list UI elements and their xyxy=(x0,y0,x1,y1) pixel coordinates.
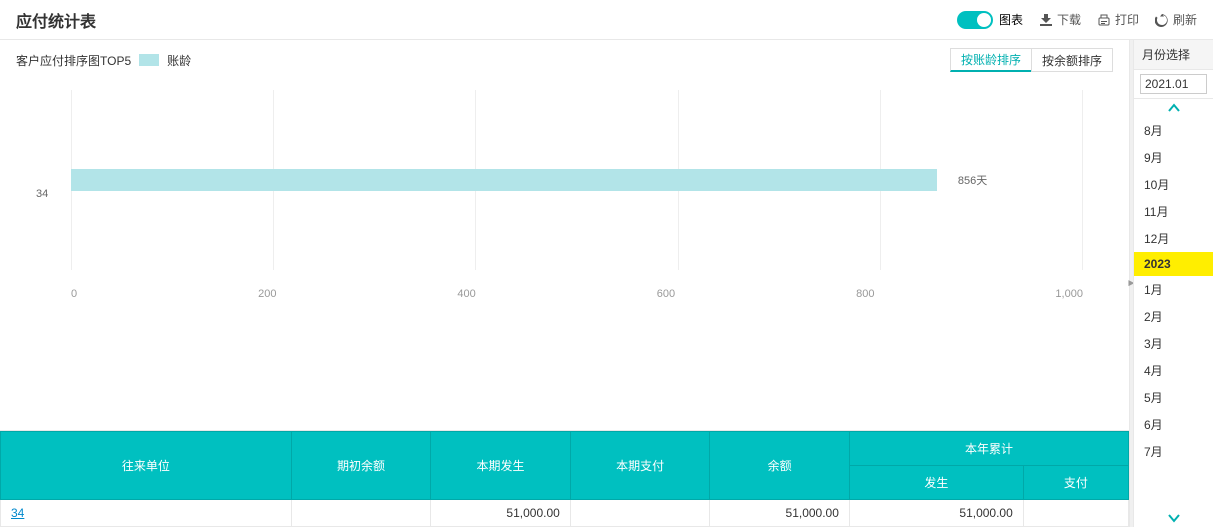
cell-occurrence: 51,000.00 xyxy=(431,500,571,527)
print-label: 打印 xyxy=(1115,11,1139,28)
col-header-opening: 期初余额 xyxy=(291,432,431,500)
chart-header: 客户应付排序图TOP5 账龄 按账龄排序 按余额排序 xyxy=(0,40,1129,80)
month-item-7[interactable]: 7月 xyxy=(1134,438,1213,465)
month-item-12[interactable]: 12月 xyxy=(1134,225,1213,252)
month-item-3[interactable]: 3月 xyxy=(1134,330,1213,357)
month-item-2[interactable]: 2月 xyxy=(1134,303,1213,330)
header: 应付统计表 图表 下载 打印 xyxy=(0,0,1213,40)
header-actions: 图表 下载 打印 xyxy=(957,11,1197,29)
print-icon xyxy=(1097,13,1111,27)
table-wrapper: 往来单位 期初余额 本期发生 本期支付 余额 本年累计 发生 支付 xyxy=(0,431,1129,527)
chart-plot: 856天 xyxy=(71,90,1083,270)
legend-box xyxy=(139,54,159,66)
month-nav-up[interactable] xyxy=(1134,99,1213,117)
sort-by-balance-btn[interactable]: 按余额排序 xyxy=(1031,48,1113,72)
x-label-200: 200 xyxy=(258,288,276,300)
chart-toggle-group: 图表 xyxy=(957,11,1023,29)
chevron-up-icon xyxy=(1167,103,1181,113)
col-header-unit: 往来单位 xyxy=(1,432,292,500)
year-marker-2023[interactable]: 2023 xyxy=(1134,252,1213,276)
sort-buttons: 按账龄排序 按余额排序 xyxy=(950,48,1113,72)
x-label-600: 600 xyxy=(657,288,675,300)
cell-payment xyxy=(570,500,710,527)
col-header-annual: 本年累计 xyxy=(849,432,1128,466)
sidebar-title: 月份选择 xyxy=(1134,40,1213,70)
month-item-8[interactable]: 8月 xyxy=(1134,117,1213,144)
month-item-6[interactable]: 6月 xyxy=(1134,411,1213,438)
col-header-annual-payment: 支付 xyxy=(1023,466,1128,500)
col-header-payment: 本期支付 xyxy=(570,432,710,500)
cell-annual-occurrence: 51,000.00 xyxy=(849,500,1023,527)
bar-end-label: 856天 xyxy=(958,172,987,188)
x-axis: 0 200 400 600 800 1,000 xyxy=(71,288,1083,300)
col-header-occurrence: 本期发生 xyxy=(431,432,571,500)
x-label-0: 0 xyxy=(71,288,77,300)
month-item-11[interactable]: 11月 xyxy=(1134,198,1213,225)
bar-chart: 34 xyxy=(0,80,1129,360)
month-nav-down[interactable] xyxy=(1134,509,1213,527)
page-title: 应付统计表 xyxy=(16,8,96,32)
cell-opening xyxy=(291,500,431,527)
year-input-container xyxy=(1134,70,1213,99)
table-section: 往来单位 期初余额 本期发生 本期支付 余额 本年累计 发生 支付 xyxy=(0,430,1129,527)
legend-label: 客户应付排序图TOP5 xyxy=(16,52,131,69)
refresh-button[interactable]: 刷新 xyxy=(1155,11,1197,28)
cell-unit[interactable]: 34 xyxy=(1,500,292,527)
chart-inner: 34 xyxy=(16,80,1113,320)
y-axis-label: 34 xyxy=(36,188,48,200)
x-label-400: 400 xyxy=(457,288,475,300)
chart-label: 图表 xyxy=(999,11,1023,28)
download-button[interactable]: 下载 xyxy=(1039,11,1081,28)
print-button[interactable]: 打印 xyxy=(1097,11,1139,28)
month-item-5[interactable]: 5月 xyxy=(1134,384,1213,411)
year-input[interactable] xyxy=(1140,74,1207,94)
month-list: 8月 9月 10月 11月 12月 2023 1月 2月 3月 4月 5月 6月… xyxy=(1134,117,1213,509)
bar: 856天 xyxy=(71,169,937,191)
download-label: 下载 xyxy=(1057,11,1081,28)
x-label-1000: 1,000 xyxy=(1055,288,1083,300)
refresh-icon xyxy=(1155,13,1169,27)
sort-by-amount-btn[interactable]: 按账龄排序 xyxy=(950,48,1031,72)
download-icon xyxy=(1039,13,1053,27)
data-table: 往来单位 期初余额 本期发生 本期支付 余额 本年累计 发生 支付 xyxy=(0,431,1129,527)
cell-balance: 51,000.00 xyxy=(710,500,850,527)
col-header-balance: 余额 xyxy=(710,432,850,500)
month-item-1[interactable]: 1月 xyxy=(1134,276,1213,303)
main-area: 客户应付排序图TOP5 账龄 按账龄排序 按余额排序 xyxy=(0,40,1213,527)
chart-section: 客户应付排序图TOP5 账龄 按账龄排序 按余额排序 xyxy=(0,40,1129,430)
legend-item-label: 账龄 xyxy=(167,52,191,69)
chevron-down-icon xyxy=(1167,513,1181,523)
month-sidebar: 月份选择 8月 9月 10月 11月 12月 2023 1月 2月 xyxy=(1133,40,1213,527)
chart-legend: 客户应付排序图TOP5 账龄 xyxy=(16,52,191,69)
table-row: 34 51,000.00 51,000.00 51,000.00 xyxy=(1,500,1129,527)
cell-annual-payment xyxy=(1023,500,1128,527)
x-label-800: 800 xyxy=(856,288,874,300)
month-item-9[interactable]: 9月 xyxy=(1134,144,1213,171)
refresh-label: 刷新 xyxy=(1173,11,1197,28)
month-item-4[interactable]: 4月 xyxy=(1134,357,1213,384)
app-container: 应付统计表 图表 下载 打印 xyxy=(0,0,1213,527)
col-header-annual-occurrence: 发生 xyxy=(849,466,1023,500)
bar-row: 856天 xyxy=(71,169,1083,191)
chart-toggle[interactable] xyxy=(957,11,993,29)
table-header-row: 往来单位 期初余额 本期发生 本期支付 余额 本年累计 xyxy=(1,432,1129,466)
month-item-10[interactable]: 10月 xyxy=(1134,171,1213,198)
bar-y-value: 34 xyxy=(36,188,48,200)
chart-table-area: 客户应付排序图TOP5 账龄 按账龄排序 按余额排序 xyxy=(0,40,1129,527)
